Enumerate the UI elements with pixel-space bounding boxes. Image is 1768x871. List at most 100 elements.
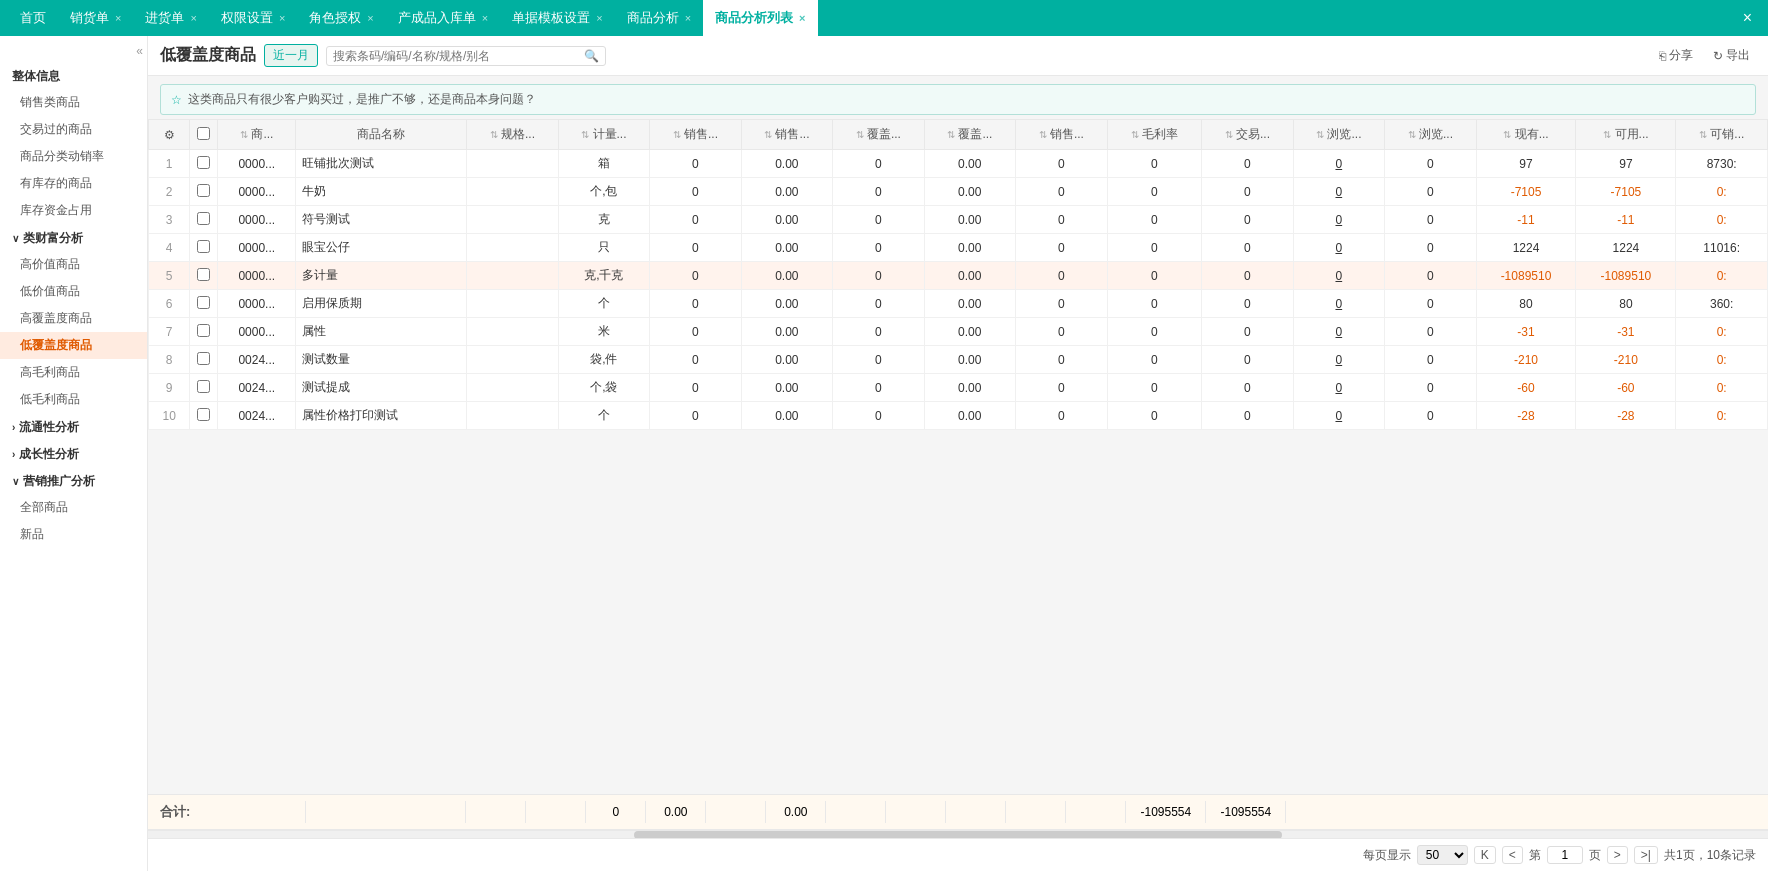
view1-column-header[interactable]: ⇅ 浏览... <box>1293 120 1384 150</box>
row-checkbox-cell[interactable] <box>190 262 218 290</box>
last-page-button[interactable]: >| <box>1634 846 1658 864</box>
sidebar-item-category-sales-rate[interactable]: 商品分类动销率 <box>0 143 147 170</box>
page-size-select[interactable]: 50 20 100 <box>1417 845 1468 865</box>
row-view1[interactable]: 0 <box>1293 206 1384 234</box>
row-checkbox-cell[interactable] <box>190 206 218 234</box>
row-gross-rate: 0 <box>1107 150 1202 178</box>
code-column-header[interactable]: ⇅ 商... <box>218 120 296 150</box>
nav-close-icon[interactable]: × <box>115 12 121 24</box>
row-checkbox[interactable] <box>197 184 210 197</box>
row-checkbox-cell[interactable] <box>190 318 218 346</box>
sidebar-section-liquidity[interactable]: › 流通性分析 <box>0 413 147 440</box>
nav-close-icon[interactable]: × <box>596 12 602 24</box>
date-range-button[interactable]: 近一月 <box>264 44 318 67</box>
nav-home[interactable]: 首页 <box>8 0 58 36</box>
nav-product-analysis-list[interactable]: 商品分析列表 × <box>703 0 817 36</box>
row-checkbox-cell[interactable] <box>190 402 218 430</box>
table-container[interactable]: ⚙ ⇅ 商... 商品名称 ⇅ 规格... ⇅ 计量... ⇅ 销售... ⇅ … <box>148 119 1768 794</box>
row-checkbox[interactable] <box>197 380 210 393</box>
sales2-column-header[interactable]: ⇅ 销售... <box>741 120 832 150</box>
sidebar-item-new-products[interactable]: 新品 <box>0 521 147 548</box>
nav-close-active-icon[interactable]: × <box>799 12 805 24</box>
row-view1[interactable]: 0 <box>1293 178 1384 206</box>
current-column-header[interactable]: ⇅ 现有... <box>1476 120 1576 150</box>
row-checkbox[interactable] <box>197 212 210 225</box>
horizontal-scrollbar[interactable] <box>148 830 1768 838</box>
row-available: 1224 <box>1576 234 1676 262</box>
nav-role-auth[interactable]: 角色授权 × <box>297 0 385 36</box>
sidebar-item-in-stock[interactable]: 有库存的商品 <box>0 170 147 197</box>
row-view1[interactable]: 0 <box>1293 234 1384 262</box>
row-view1[interactable]: 0 <box>1293 318 1384 346</box>
sidebar-item-traded-products[interactable]: 交易过的商品 <box>0 116 147 143</box>
first-page-button[interactable]: K <box>1474 846 1496 864</box>
row-checkbox[interactable] <box>197 156 210 169</box>
nav-purchase-order[interactable]: 进货单 × <box>133 0 208 36</box>
nav-close-icon[interactable]: × <box>367 12 373 24</box>
nav-permission-settings[interactable]: 权限设置 × <box>209 0 297 36</box>
sidebar-section-marketing[interactable]: ∨ 营销推广分析 <box>0 467 147 494</box>
row-checkbox[interactable] <box>197 296 210 309</box>
row-view1[interactable]: 0 <box>1293 346 1384 374</box>
row-checkbox-cell[interactable] <box>190 234 218 262</box>
row-checkbox[interactable] <box>197 240 210 253</box>
row-checkbox-cell[interactable] <box>190 346 218 374</box>
sidebar-section-global[interactable]: 整体信息 <box>0 62 147 89</box>
view2-column-header[interactable]: ⇅ 浏览... <box>1385 120 1476 150</box>
sales3-column-header[interactable]: ⇅ 销售... <box>1016 120 1107 150</box>
sales1-column-header[interactable]: ⇅ 销售... <box>650 120 741 150</box>
cover1-column-header[interactable]: ⇅ 覆盖... <box>833 120 924 150</box>
select-all-checkbox[interactable] <box>197 127 210 140</box>
nav-close-icon[interactable]: × <box>279 12 285 24</box>
nav-close-all-button[interactable]: × <box>1735 9 1760 27</box>
sidebar-item-high-margin[interactable]: 高毛利商品 <box>0 359 147 386</box>
sidebar-item-inventory-capital[interactable]: 库存资金占用 <box>0 197 147 224</box>
row-view1[interactable]: 0 <box>1293 402 1384 430</box>
nav-close-icon[interactable]: × <box>190 12 196 24</box>
share-button[interactable]: ⎗ 分享 <box>1653 44 1699 67</box>
saleable-column-header[interactable]: ⇅ 可销... <box>1676 120 1768 150</box>
export-button[interactable]: ↻ 导出 <box>1707 44 1756 67</box>
row-checkbox-cell[interactable] <box>190 290 218 318</box>
grossrate-column-header[interactable]: ⇅ 毛利率 <box>1107 120 1202 150</box>
row-checkbox[interactable] <box>197 352 210 365</box>
sidebar-section-wealth[interactable]: ∨ 类财富分析 <box>0 224 147 251</box>
sidebar-collapse-button[interactable]: « <box>0 40 147 62</box>
cover2-column-header[interactable]: ⇅ 覆盖... <box>924 120 1015 150</box>
sidebar-section-growth[interactable]: › 成长性分析 <box>0 440 147 467</box>
nav-product-analysis[interactable]: 商品分析 × <box>615 0 703 36</box>
next-page-button[interactable]: > <box>1607 846 1628 864</box>
nav-sales-order[interactable]: 销货单 × <box>58 0 133 36</box>
sidebar-item-low-coverage[interactable]: 低覆盖度商品 <box>0 332 147 359</box>
sidebar-item-low-value[interactable]: 低价值商品 <box>0 278 147 305</box>
nav-close-icon[interactable]: × <box>482 12 488 24</box>
sidebar-item-low-margin[interactable]: 低毛利商品 <box>0 386 147 413</box>
nav-close-icon[interactable]: × <box>685 12 691 24</box>
sidebar-item-high-value[interactable]: 高价值商品 <box>0 251 147 278</box>
row-view1[interactable]: 0 <box>1293 290 1384 318</box>
name-column-header[interactable]: 商品名称 <box>296 120 467 150</box>
spec-column-header[interactable]: ⇅ 规格... <box>467 120 558 150</box>
row-checkbox-cell[interactable] <box>190 150 218 178</box>
row-view1[interactable]: 0 <box>1293 262 1384 290</box>
nav-template-settings[interactable]: 单据模板设置 × <box>500 0 614 36</box>
unit-column-header[interactable]: ⇅ 计量... <box>558 120 649 150</box>
row-checkbox-cell[interactable] <box>190 178 218 206</box>
sidebar-item-all-products[interactable]: 全部商品 <box>0 494 147 521</box>
row-checkbox[interactable] <box>197 324 210 337</box>
sidebar-item-high-coverage[interactable]: 高覆盖度商品 <box>0 305 147 332</box>
nav-product-inbound[interactable]: 产成品入库单 × <box>386 0 500 36</box>
settings-column-header[interactable]: ⚙ <box>149 120 190 150</box>
available-column-header[interactable]: ⇅ 可用... <box>1576 120 1676 150</box>
prev-page-button[interactable]: < <box>1502 846 1523 864</box>
row-checkbox[interactable] <box>197 268 210 281</box>
row-current: -7105 <box>1476 178 1576 206</box>
row-view1[interactable]: 0 <box>1293 150 1384 178</box>
row-view1[interactable]: 0 <box>1293 374 1384 402</box>
search-input[interactable] <box>333 49 584 63</box>
row-checkbox-cell[interactable] <box>190 374 218 402</box>
trade-column-header[interactable]: ⇅ 交易... <box>1202 120 1293 150</box>
sidebar-item-sales-products[interactable]: 销售类商品 <box>0 89 147 116</box>
page-number-input[interactable] <box>1547 846 1583 864</box>
row-checkbox[interactable] <box>197 408 210 421</box>
